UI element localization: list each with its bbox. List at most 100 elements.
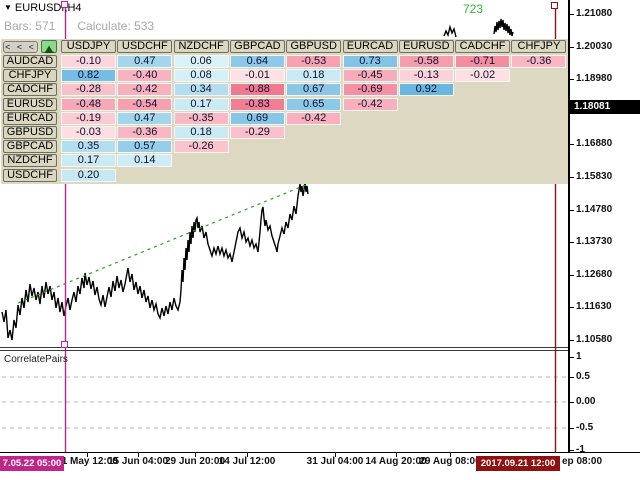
matrix-row-label-cadchf[interactable]: CADCHF: [3, 83, 57, 97]
matrix-column-header-usdchf[interactable]: USDCHF: [117, 40, 173, 53]
correlation-cell: -0.45: [342, 69, 398, 83]
matrix-column-header-eurcad[interactable]: EURCAD: [342, 40, 398, 53]
correlation-cell: 0.14: [117, 154, 173, 168]
correlation-cell: -0.29: [229, 126, 285, 139]
matrix-row-label-audcad[interactable]: AUDCAD: [3, 55, 57, 68]
correlation-cell: -0.35: [173, 111, 229, 125]
matrix-column-header-chfjpy[interactable]: CHFJPY: [511, 40, 567, 53]
price-axis-label: 1.11630: [576, 301, 612, 312]
correlation-cell: -0.48: [61, 97, 116, 111]
price-axis-label: 1.16880: [576, 138, 613, 149]
correlation-cell: -0.88: [229, 83, 285, 97]
mt4-chart-window: ▼ EURUSDf,H4 Bars: 571 Calculate: 533 723 …: [0, 0, 640, 480]
price-axis-label: 1.13730: [576, 236, 613, 247]
correlation-cell: 0.67: [286, 83, 342, 97]
left-vline-time-tag: 7.05.22 05:00: [0, 456, 64, 471]
price-axis-label: 1.12680: [576, 269, 613, 280]
matrix-column-header-nzdchf[interactable]: NZDCHF: [173, 40, 229, 53]
correlation-cell: -0.69: [342, 83, 398, 97]
matrix-row-label-chfjpy[interactable]: CHFJPY: [3, 69, 57, 83]
correlation-cell: 0.57: [117, 140, 173, 154]
subwindow-divider[interactable]: [0, 347, 568, 348]
matrix-row-label-gbpusd[interactable]: GBPUSD: [3, 126, 57, 139]
matrix-row-label-eurusd[interactable]: EURUSD: [3, 97, 57, 111]
sub-axis-label: -1: [576, 444, 585, 455]
time-axis-border: [0, 452, 640, 453]
correlation-cell: 0.18: [173, 126, 229, 139]
vline-anchor-handle[interactable]: [61, 341, 68, 348]
price-axis-separator: [568, 0, 570, 453]
correlation-cell: -0.19: [61, 111, 116, 125]
correlation-cell: 0.17: [61, 154, 116, 168]
sub-axis-label: 0.00: [576, 396, 596, 407]
price-axis-label: 1.14780: [576, 204, 613, 215]
correlation-cell: 0.73: [342, 55, 398, 68]
correlation-cell: 0.20: [61, 168, 116, 182]
price-series: [1, 179, 309, 341]
trend-line[interactable]: [17, 183, 309, 304]
subwindow-divider[interactable]: [0, 350, 568, 351]
sub-axis-label: 0.5: [576, 371, 590, 382]
vline-anchor-handle[interactable]: [551, 2, 558, 9]
correlation-cell: -0.28: [61, 83, 116, 97]
correlation-cell: 0.64: [229, 55, 285, 68]
correlation-cell: -0.26: [173, 140, 229, 154]
peak-value-label: 723: [463, 2, 484, 16]
correlation-cell: 0.06: [173, 55, 229, 68]
correlation-cell: -0.42: [117, 83, 173, 97]
price-axis-label: 1.10580: [576, 334, 613, 345]
correlation-cell: 0.35: [61, 140, 116, 154]
correlation-cell: -0.53: [286, 55, 342, 68]
time-axis-label: ep 08:00: [562, 456, 603, 467]
matrix-column-header-gbpcad[interactable]: GBPCAD: [229, 40, 285, 53]
symbol-timeframe-label: EURUSDf,H4: [14, 2, 82, 14]
bars-count-label: Bars: 571: [4, 19, 56, 33]
correlation-cell: -0.01: [229, 69, 285, 83]
matrix-nav-buttons[interactable]: < < <: [3, 41, 38, 53]
correlation-cell: -0.13: [398, 69, 454, 83]
matrix-row-label-usdchf[interactable]: USDCHF: [3, 168, 57, 182]
price-series-peak: [443, 24, 457, 38]
calculate-count-label: Calculate: 533: [77, 19, 155, 33]
subwindow-indicator-name: CorrelatePairs: [4, 354, 68, 365]
correlation-cell: -0.42: [342, 97, 398, 111]
correlation-cell: 0.92: [398, 83, 454, 97]
matrix-column-header-cadchf[interactable]: CADCHF: [455, 40, 511, 53]
price-axis-label: 1.20030: [576, 41, 613, 52]
sub-axis-label: -0.5: [576, 422, 594, 433]
correlation-cell: -0.03: [61, 126, 116, 139]
price-axis-label: 1.21080: [576, 8, 613, 19]
correlation-cell: 0.17: [173, 97, 229, 111]
current-price-tag: 1.18081: [569, 100, 640, 114]
matrix-row-label-eurcad[interactable]: EURCAD: [3, 111, 57, 125]
correlation-cell: -0.36: [117, 126, 173, 139]
chart-title: ▼ EURUSDf,H4: [4, 2, 82, 14]
sub-axis-label: 1: [576, 351, 582, 362]
correlation-cell: -0.36: [511, 55, 567, 68]
price-axis-label: 1.15830: [576, 171, 613, 182]
matrix-column-header-usdjpy[interactable]: USDJPY: [61, 40, 116, 53]
price-axis-label: 1.18980: [576, 73, 613, 84]
matrix-mode-button[interactable]: [41, 40, 57, 54]
correlation-cell: -0.83: [229, 97, 285, 111]
correlation-cell: -0.02: [455, 69, 511, 83]
matrix-row-label-gbpcad[interactable]: GBPCAD: [3, 140, 57, 154]
matrix-column-header-eurusd[interactable]: EURUSD: [398, 40, 454, 53]
correlation-cell: -0.71: [455, 55, 511, 68]
correlation-cell: 0.34: [173, 83, 229, 97]
correlation-cell: 0.82: [61, 69, 116, 83]
correlation-cell: 0.08: [173, 69, 229, 83]
correlation-cell: 0.69: [229, 111, 285, 125]
matrix-column-header-gbpusd[interactable]: GBPUSD: [286, 40, 342, 53]
vline-anchor-handle[interactable]: [61, 1, 68, 8]
correlation-cell: 0.47: [117, 55, 173, 68]
correlation-cell: -0.42: [286, 111, 342, 125]
correlation-cell: -0.54: [117, 97, 173, 111]
chevron-down-icon[interactable]: ▼: [4, 3, 12, 12]
price-series-peak: [493, 18, 514, 37]
correlation-cell: -0.58: [398, 55, 454, 68]
matrix-row-label-nzdchf[interactable]: NZDCHF: [3, 154, 57, 168]
time-axis-label: 14 Jul 12:00: [218, 456, 276, 467]
chart-icon: [44, 45, 53, 54]
correlation-cell: -0.10: [61, 55, 116, 68]
